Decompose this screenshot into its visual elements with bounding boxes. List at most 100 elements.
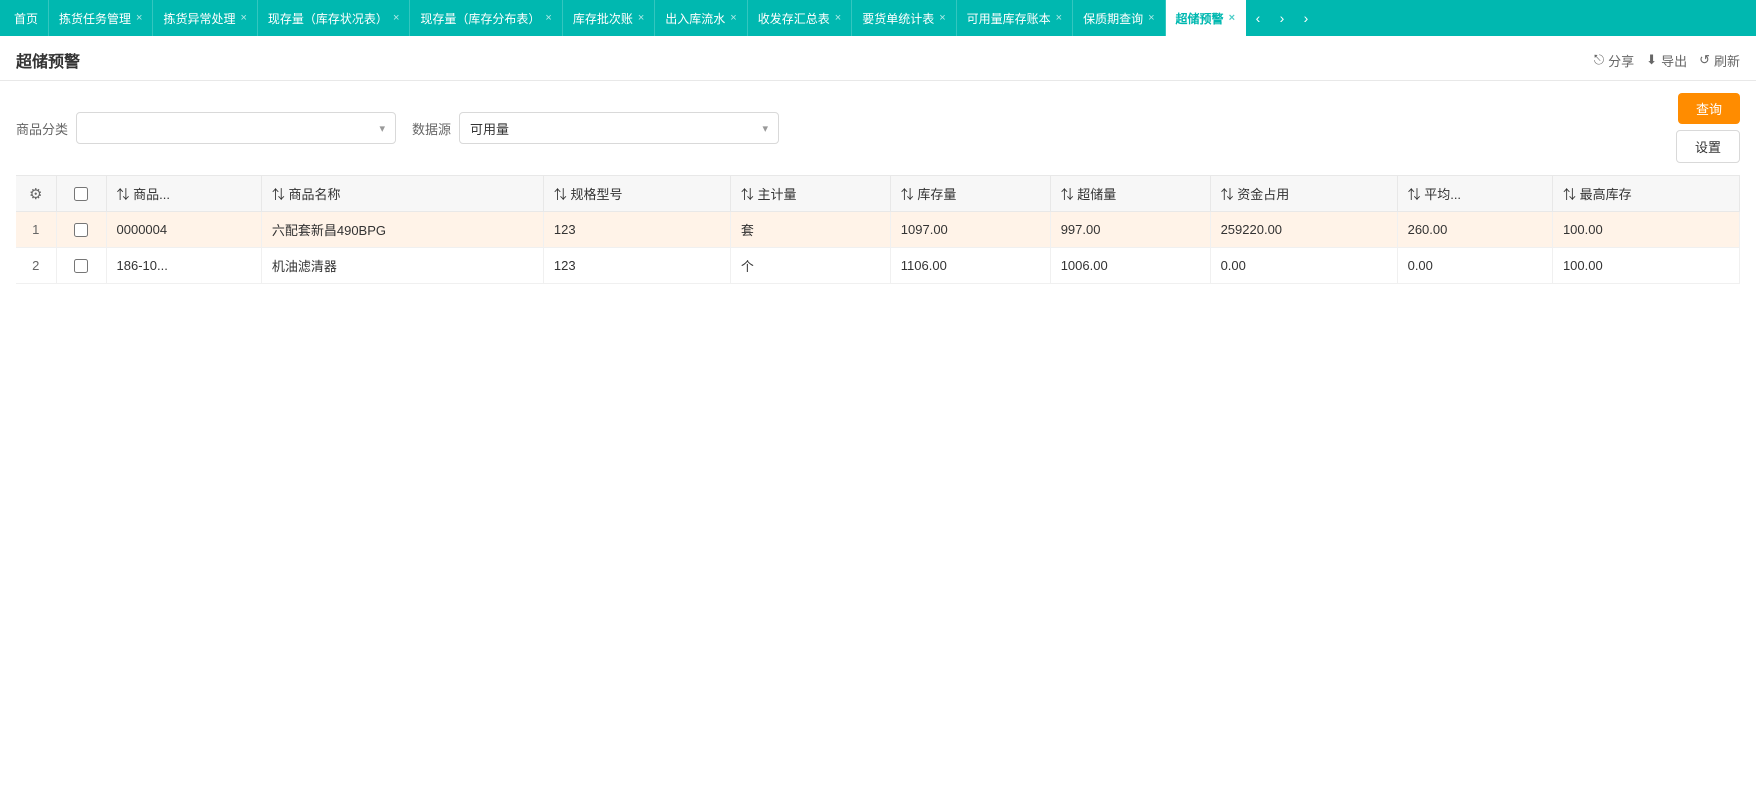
row-unit-1: 个 bbox=[730, 248, 890, 284]
nav-tab-9[interactable]: 可用量库存账本 × bbox=[957, 0, 1073, 36]
nav-tab-10-close[interactable]: × bbox=[1148, 12, 1154, 24]
table-row: 1 0000004 六配套新昌490BPG 123 套 1097.00 997.… bbox=[16, 212, 1740, 248]
nav-tab-11-close[interactable]: × bbox=[1229, 12, 1235, 24]
export-icon: ⬇ bbox=[1646, 52, 1657, 68]
th-avg[interactable]: ⇅ 平均... bbox=[1397, 176, 1552, 212]
nav-tab-8-close[interactable]: × bbox=[939, 12, 945, 24]
row-product-code-0: 0000004 bbox=[106, 212, 261, 248]
export-label: 导出 bbox=[1661, 51, 1687, 70]
nav-tab-9-close[interactable]: × bbox=[1056, 12, 1062, 24]
nav-tab-5-close[interactable]: × bbox=[638, 12, 644, 24]
category-select[interactable]: ▾ bbox=[76, 112, 396, 144]
th-stock[interactable]: ⇅ 库存量 bbox=[890, 176, 1050, 212]
row-unit-0: 套 bbox=[730, 212, 890, 248]
refresh-button[interactable]: ↺ 刷新 bbox=[1699, 51, 1740, 70]
query-button[interactable]: 查询 bbox=[1678, 93, 1740, 124]
th-unit[interactable]: ⇅ 主计量 bbox=[730, 176, 890, 212]
refresh-label: 刷新 bbox=[1714, 51, 1740, 70]
datasource-select-value: 可用量 bbox=[470, 119, 509, 138]
nav-tab-6-close[interactable]: × bbox=[730, 12, 736, 24]
th-checkbox bbox=[56, 176, 106, 212]
filter-buttons: 查询 设置 bbox=[1676, 93, 1740, 163]
nav-tab-3-label: 现存量（库存状况表） bbox=[268, 10, 388, 27]
share-label: 分享 bbox=[1608, 51, 1634, 70]
row-avg-1: 0.00 bbox=[1397, 248, 1552, 284]
th-over-stock-label: ⇅ 超储量 bbox=[1061, 187, 1117, 202]
nav-tab-7-close[interactable]: × bbox=[835, 12, 841, 24]
th-max-stock[interactable]: ⇅ 最高库存 bbox=[1552, 176, 1739, 212]
filter-area: 商品分类 ▾ 数据源 可用量 ▾ 查询 设置 bbox=[0, 81, 1756, 175]
nav-prev-arrow[interactable]: ‹ bbox=[1246, 0, 1270, 36]
row-over-stock-0: 997.00 bbox=[1050, 212, 1210, 248]
nav-tab-4-label: 现存量（库存分布表） bbox=[420, 10, 540, 27]
category-dropdown-icon: ▾ bbox=[379, 122, 385, 135]
nav-tab-home[interactable]: 首页 bbox=[4, 0, 49, 36]
nav-tab-7[interactable]: 收发存汇总表 × bbox=[748, 0, 852, 36]
nav-tab-11-label: 超储预警 bbox=[1176, 10, 1224, 27]
row-checkbox-1[interactable] bbox=[56, 248, 106, 284]
table-container: ⚙ ⇅ 商品... ⇅ 商品名称 ⇅ 规格型号 bbox=[0, 175, 1756, 284]
th-product-name[interactable]: ⇅ 商品名称 bbox=[261, 176, 543, 212]
setting-button[interactable]: 设置 bbox=[1676, 130, 1740, 163]
nav-tab-2[interactable]: 拣货异常处理 × bbox=[153, 0, 257, 36]
nav-more-arrow[interactable]: › bbox=[1294, 0, 1318, 36]
row-stock-0: 1097.00 bbox=[890, 212, 1050, 248]
category-filter: 商品分类 ▾ bbox=[16, 112, 396, 144]
datasource-filter: 数据源 可用量 ▾ bbox=[412, 112, 779, 144]
nav-tab-1[interactable]: 拣货任务管理 × bbox=[49, 0, 153, 36]
nav-tab-9-label: 可用量库存账本 bbox=[967, 10, 1051, 27]
th-over-stock[interactable]: ⇅ 超储量 bbox=[1050, 176, 1210, 212]
share-icon: ⎋ bbox=[1594, 52, 1604, 68]
datasource-dropdown-icon: ▾ bbox=[763, 122, 769, 135]
nav-tab-10[interactable]: 保质期查询 × bbox=[1073, 0, 1165, 36]
nav-tab-8-label: 要货单统计表 bbox=[862, 10, 934, 27]
th-capital[interactable]: ⇅ 资金占用 bbox=[1210, 176, 1397, 212]
nav-tab-3[interactable]: 现存量（库存状况表） × bbox=[258, 0, 410, 36]
row-spec-0: 123 bbox=[543, 212, 730, 248]
nav-tab-3-close[interactable]: × bbox=[393, 12, 399, 24]
nav-tab-6-label: 出入库流水 bbox=[665, 10, 725, 27]
nav-tab-10-label: 保质期查询 bbox=[1083, 10, 1143, 27]
page-title: 超储预警 bbox=[16, 48, 80, 72]
nav-tab-home-label: 首页 bbox=[14, 10, 38, 27]
row-select-0[interactable] bbox=[74, 223, 88, 237]
nav-tab-4[interactable]: 现存量（库存分布表） × bbox=[410, 0, 562, 36]
category-label: 商品分类 bbox=[16, 119, 68, 138]
nav-tab-11[interactable]: 超储预警 × bbox=[1166, 0, 1246, 36]
nav-tab-2-close[interactable]: × bbox=[240, 12, 246, 24]
row-max-stock-0: 100.00 bbox=[1552, 212, 1739, 248]
nav-tab-6[interactable]: 出入库流水 × bbox=[655, 0, 747, 36]
row-select-1[interactable] bbox=[74, 259, 88, 273]
row-index-0: 1 bbox=[16, 212, 56, 248]
row-over-stock-1: 1006.00 bbox=[1050, 248, 1210, 284]
th-stock-label: ⇅ 库存量 bbox=[901, 187, 957, 202]
nav-tab-1-close[interactable]: × bbox=[136, 12, 142, 24]
row-max-stock-1: 100.00 bbox=[1552, 248, 1739, 284]
th-product-code[interactable]: ⇅ 商品... bbox=[106, 176, 261, 212]
nav-tab-5[interactable]: 库存批次账 × bbox=[563, 0, 655, 36]
select-all-checkbox[interactable] bbox=[74, 187, 88, 201]
nav-tab-8[interactable]: 要货单统计表 × bbox=[852, 0, 956, 36]
share-button[interactable]: ⎋ 分享 bbox=[1594, 51, 1634, 70]
nav-tab-4-close[interactable]: × bbox=[545, 12, 551, 24]
top-nav: 首页 拣货任务管理 × 拣货异常处理 × 现存量（库存状况表） × 现存量（库存… bbox=[0, 0, 1756, 36]
export-button[interactable]: ⬇ 导出 bbox=[1646, 51, 1687, 70]
row-product-code-1: 186-10... bbox=[106, 248, 261, 284]
row-checkbox-0[interactable] bbox=[56, 212, 106, 248]
th-gear[interactable]: ⚙ bbox=[16, 176, 56, 212]
row-spec-1: 123 bbox=[543, 248, 730, 284]
row-stock-1: 1106.00 bbox=[890, 248, 1050, 284]
th-spec[interactable]: ⇅ 规格型号 bbox=[543, 176, 730, 212]
th-capital-label: ⇅ 资金占用 bbox=[1221, 187, 1290, 202]
nav-next-arrow[interactable]: › bbox=[1270, 0, 1294, 36]
settings-icon[interactable]: ⚙ bbox=[29, 186, 42, 203]
row-index-1: 2 bbox=[16, 248, 56, 284]
refresh-icon: ↺ bbox=[1699, 52, 1710, 68]
nav-tab-5-label: 库存批次账 bbox=[573, 10, 633, 27]
row-product-name-1: 机油滤清器 bbox=[261, 248, 543, 284]
th-product-code-label: ⇅ 商品... bbox=[117, 187, 170, 202]
datasource-label: 数据源 bbox=[412, 119, 451, 138]
row-product-name-0: 六配套新昌490BPG bbox=[261, 212, 543, 248]
datasource-select[interactable]: 可用量 ▾ bbox=[459, 112, 779, 144]
th-unit-label: ⇅ 主计量 bbox=[741, 187, 797, 202]
